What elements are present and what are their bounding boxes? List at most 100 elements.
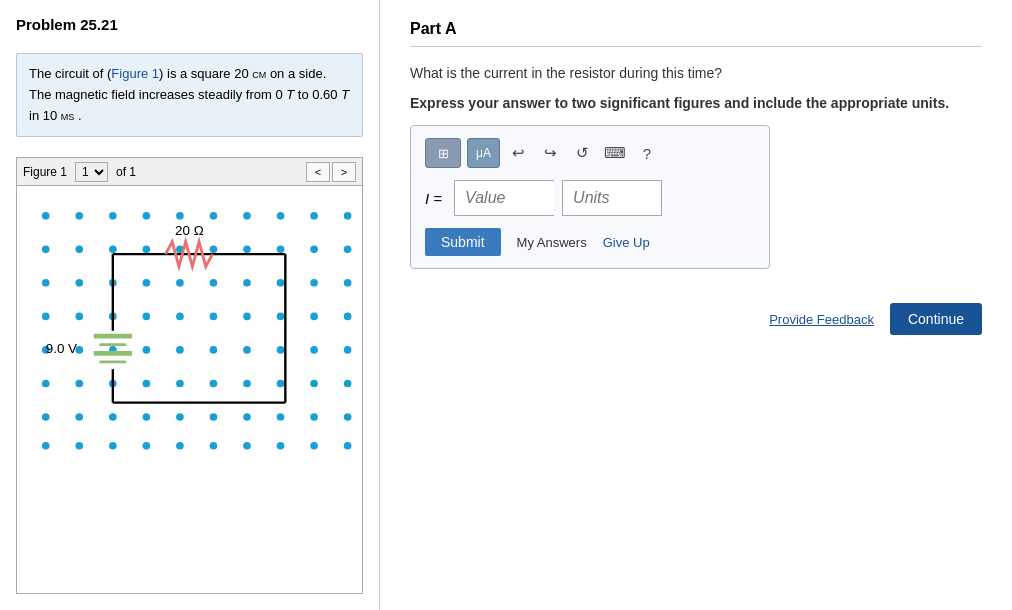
undo-icon[interactable]: ↩ [506,140,532,166]
figure-panel: Figure 1 1 of 1 < > [16,157,363,594]
fractions-button[interactable]: ⊞ [425,138,461,168]
circuit-svg: 20 Ω 9.0 V [17,186,362,466]
svg-rect-85 [94,334,132,339]
svg-point-61 [75,414,83,422]
answer-box: ⊞ μA ↩ ↪ ↺ ⌨ ? I = Submit My Answers Giv… [410,125,770,269]
svg-point-67 [277,414,285,422]
svg-point-65 [210,414,218,422]
svg-point-28 [310,279,318,287]
svg-point-3 [143,212,151,220]
svg-point-72 [109,442,117,450]
svg-point-30 [42,313,50,321]
svg-point-34 [176,313,184,321]
help-icon[interactable]: ? [634,140,660,166]
svg-point-29 [344,279,352,287]
figure-next-button[interactable]: > [332,162,356,182]
svg-point-26 [243,279,251,287]
svg-point-12 [109,246,117,254]
svg-point-23 [143,279,151,287]
i-label: I = [425,190,442,207]
units-input[interactable] [562,180,662,216]
svg-point-74 [176,442,184,450]
svg-point-6 [243,212,251,220]
provide-feedback-link[interactable]: Provide Feedback [769,312,874,327]
svg-rect-86 [99,344,126,347]
svg-point-64 [176,414,184,422]
svg-point-1 [75,212,83,220]
problem-description: The circuit of (Figure 1) is a square 20… [16,53,363,137]
svg-point-20 [42,279,50,287]
svg-point-79 [344,442,352,450]
svg-point-57 [277,380,285,388]
circuit-area: 20 Ω 9.0 V [17,186,362,466]
svg-point-69 [344,414,352,422]
svg-point-44 [176,347,184,355]
svg-point-7 [277,212,285,220]
part-title: Part A [410,20,982,47]
svg-rect-88 [99,361,126,364]
svg-point-4 [176,212,184,220]
svg-point-62 [109,414,117,422]
svg-point-59 [344,380,352,388]
svg-point-8 [310,212,318,220]
svg-point-66 [243,414,251,422]
svg-point-2 [109,212,117,220]
units-icon: μA [476,146,491,160]
figure-prev-button[interactable]: < [306,162,330,182]
svg-point-43 [143,347,151,355]
continue-button[interactable]: Continue [890,303,982,335]
svg-point-33 [143,313,151,321]
value-input[interactable] [454,180,554,216]
svg-point-76 [243,442,251,450]
svg-point-60 [42,414,50,422]
units-button[interactable]: μA [467,138,500,168]
svg-point-49 [344,347,352,355]
svg-point-39 [344,313,352,321]
svg-point-35 [210,313,218,321]
figure-of: of 1 [116,165,136,179]
svg-point-78 [310,442,318,450]
redo-icon[interactable]: ↪ [538,140,564,166]
svg-point-9 [344,212,352,220]
figure-link[interactable]: Figure 1 [111,66,159,81]
svg-point-73 [143,442,151,450]
my-answers-label: My Answers [517,235,587,250]
svg-point-68 [310,414,318,422]
svg-point-51 [75,380,83,388]
resistor-label: 20 Ω [175,223,204,238]
figure-select[interactable]: 1 [75,162,108,182]
svg-point-75 [210,442,218,450]
submit-button[interactable]: Submit [425,228,501,256]
question-text: What is the current in the resistor duri… [410,65,982,81]
svg-point-55 [210,380,218,388]
svg-point-19 [344,246,352,254]
svg-point-21 [75,279,83,287]
svg-point-58 [310,380,318,388]
problem-title: Problem 25.21 [16,16,363,33]
express-text: Express your answer to two significant f… [410,95,982,111]
svg-point-36 [243,313,251,321]
reset-icon[interactable]: ↺ [570,140,596,166]
svg-point-38 [310,313,318,321]
svg-point-70 [42,442,50,450]
svg-point-5 [210,212,218,220]
svg-point-46 [243,347,251,355]
svg-point-13 [143,246,151,254]
keyboard-icon[interactable]: ⌨ [602,140,628,166]
svg-point-48 [310,347,318,355]
svg-point-53 [143,380,151,388]
bottom-row: Provide Feedback Continue [410,303,982,335]
svg-point-56 [243,380,251,388]
svg-point-17 [277,246,285,254]
svg-point-0 [42,212,50,220]
svg-point-24 [176,279,184,287]
svg-point-25 [210,279,218,287]
svg-point-63 [143,414,151,422]
svg-point-31 [75,313,83,321]
svg-point-18 [310,246,318,254]
svg-point-71 [75,442,83,450]
give-up-link[interactable]: Give Up [603,235,650,250]
battery-label: 9.0 V [46,341,77,356]
figure-label: Figure 1 [23,165,67,179]
left-panel: Problem 25.21 The circuit of (Figure 1) … [0,0,380,610]
